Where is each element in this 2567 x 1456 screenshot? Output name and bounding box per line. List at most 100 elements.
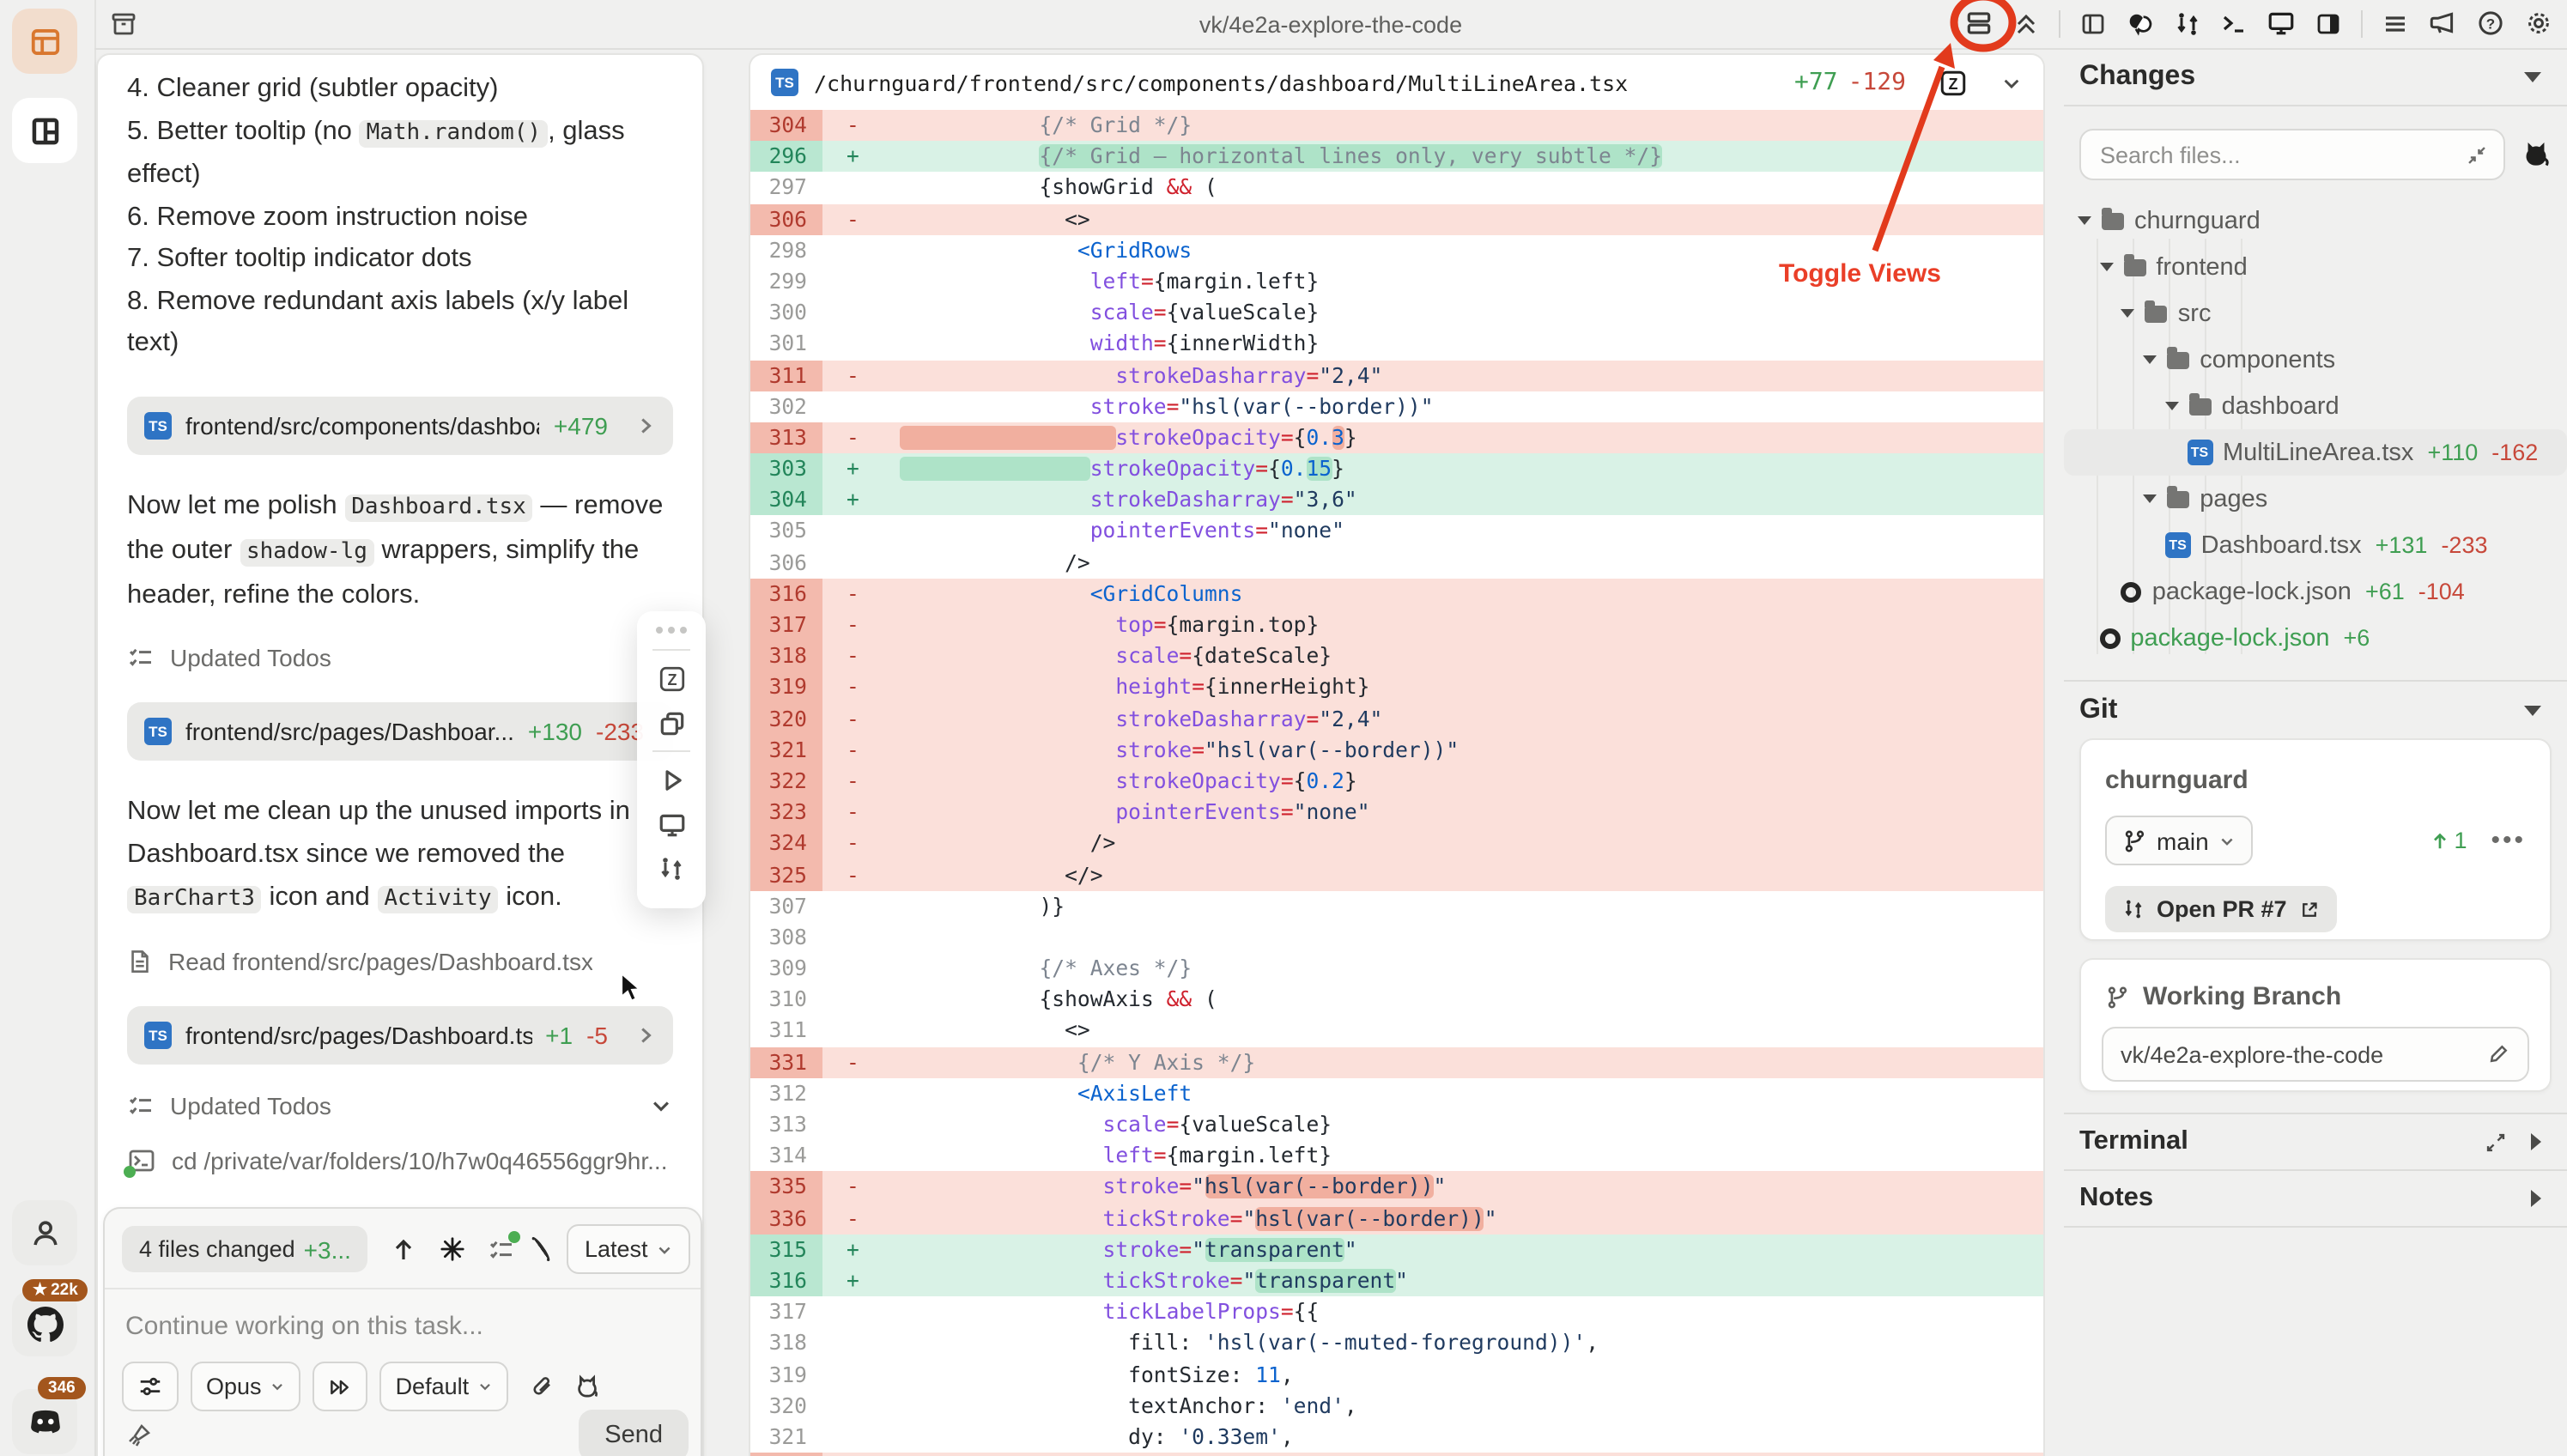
diff-line[interactable]: 317 tickLabelProps={{ <box>750 1296 2043 1327</box>
terminal-section[interactable]: Terminal <box>2064 1114 2567 1169</box>
diff-line[interactable]: 305 pointerEvents="none" <box>750 516 2043 547</box>
monitor-icon[interactable] <box>657 802 686 846</box>
diff-line[interactable]: 335- stroke="hsl(var(--border))" <box>750 1172 2043 1203</box>
diff-line[interactable]: 323- pointerEvents="none" <box>750 797 2043 828</box>
tool-call-row[interactable]: Read frontend/src/pages/Dashboard.tsx <box>127 947 673 974</box>
caret-down-icon[interactable] <box>2165 402 2179 410</box>
diff-line[interactable]: 301 width={innerWidth} <box>750 329 2043 360</box>
diff-line[interactable]: 320- strokeDasharray="2,4" <box>750 703 2043 734</box>
diff-line[interactable]: 311- strokeDasharray="2,4" <box>750 360 2043 391</box>
diff-line[interactable]: 336- tickStroke="hsl(var(--border))" <box>750 1203 2043 1234</box>
diff-line[interactable]: 325- </> <box>750 859 2043 890</box>
chevron-right-icon[interactable] <box>2531 1190 2541 1207</box>
diff-line[interactable]: 308 <box>750 922 2043 953</box>
expand-icon[interactable] <box>2485 1131 2507 1153</box>
diff-line[interactable]: 321- stroke="hsl(var(--border))" <box>750 735 2043 766</box>
diff-line[interactable]: 306- <> <box>750 203 2043 234</box>
z-square-icon[interactable]: Z <box>1939 68 1968 97</box>
checklist-icon[interactable] <box>489 1235 516 1263</box>
tree-item[interactable]: TSDashboard.tsx+131-233 <box>2064 522 2567 568</box>
panel-right-icon[interactable] <box>2315 9 2342 37</box>
tree-item[interactable]: package-lock.json+6 <box>2064 615 2567 661</box>
diff-line[interactable]: 313- strokeOpacity={0.3} <box>750 422 2043 453</box>
latest-dropdown[interactable]: Latest <box>567 1224 691 1274</box>
chevron-down-icon[interactable] <box>2000 71 2023 94</box>
diff-line[interactable]: 310 {showAxis && ( <box>750 985 2043 1016</box>
tool-call-row[interactable]: Updated Todos <box>127 643 673 670</box>
diff-line[interactable]: 312 <AxisLeft <box>750 1078 2043 1109</box>
changes-section-header[interactable]: Changes <box>2064 48 2567 105</box>
diff-line[interactable]: 296+ {/* Grid — horizontal lines only, v… <box>750 141 2043 172</box>
diff-line[interactable]: 324- /> <box>750 828 2043 859</box>
composer-input[interactable]: Continue working on this task... <box>105 1289 701 1341</box>
tool-call-row[interactable]: Updated Todos <box>127 1091 673 1119</box>
diff-line[interactable]: 304- {/* Grid */} <box>750 110 2043 141</box>
diff-rows[interactable]: 304- {/* Grid */}296+ {/* Grid — horizon… <box>750 110 2043 1456</box>
git-section-header[interactable]: Git <box>2064 682 2567 738</box>
caret-down-icon[interactable] <box>2121 309 2135 318</box>
diff-line[interactable]: 318- scale={dateScale} <box>750 640 2043 671</box>
chevron-right-icon[interactable] <box>635 1024 656 1045</box>
chevron-down-icon[interactable] <box>649 1093 673 1117</box>
diff-line[interactable]: 306 /> <box>750 547 2043 578</box>
tree-item[interactable]: dashboard <box>2064 383 2567 429</box>
diff-line[interactable]: 311 <> <box>750 1016 2043 1046</box>
diff-line[interactable]: 319 fontSize: 11, <box>750 1359 2043 1390</box>
rail-layout-button[interactable] <box>12 9 77 74</box>
paperclip-icon[interactable] <box>529 1374 555 1399</box>
tree-item[interactable]: frontend <box>2064 244 2567 290</box>
diff-line[interactable]: 315+ stroke="transparent" <box>750 1235 2043 1265</box>
diff-line[interactable]: 313 scale={valueScale} <box>750 1109 2043 1140</box>
tree-item[interactable]: churnguard <box>2064 197 2567 244</box>
file-search[interactable] <box>2079 129 2505 180</box>
help-icon[interactable]: ? <box>2476 9 2505 38</box>
menu-icon[interactable] <box>2382 9 2409 37</box>
up-arrow-icon[interactable] <box>391 1235 418 1263</box>
diff-line[interactable] <box>750 1453 2043 1456</box>
search-input[interactable] <box>2097 140 2466 169</box>
settings-icon[interactable] <box>2524 9 2553 38</box>
file-change-chip[interactable]: TSfrontend/src/components/dashboa...+479 <box>127 396 673 454</box>
tree-item[interactable]: TSMultiLineArea.tsx+110-162 <box>2064 429 2567 476</box>
file-change-chip[interactable]: TSfrontend/src/pages/Dashboard.tsx+1-5 <box>127 1005 673 1064</box>
chevron-right-icon[interactable] <box>2531 1133 2541 1150</box>
monitor-icon[interactable] <box>2267 9 2296 38</box>
tree-item[interactable]: components <box>2064 337 2567 383</box>
git-compare-icon[interactable] <box>2174 9 2201 37</box>
diff-line[interactable]: 297 {showGrid && ( <box>750 173 2043 203</box>
diff-line[interactable]: 320 textAnchor: 'end', <box>750 1390 2043 1421</box>
diff-bubble-icon[interactable] <box>2126 9 2155 38</box>
pencil-icon[interactable] <box>2486 1042 2510 1066</box>
branch-selector[interactable]: main <box>2105 816 2254 865</box>
caret-down-icon[interactable] <box>2099 263 2113 271</box>
diff-line[interactable]: 300 scale={valueScale} <box>750 297 2043 328</box>
caret-down-icon[interactable] <box>2078 216 2091 225</box>
send-button[interactable]: Send <box>579 1410 689 1456</box>
megaphone-icon[interactable] <box>2428 9 2457 38</box>
diff-line[interactable]: 317- top={margin.top} <box>750 610 2043 640</box>
diff-line[interactable]: 321 dy: '0.33em', <box>750 1422 2043 1453</box>
z-square-icon[interactable]: Z <box>657 656 686 701</box>
chevrons-up-icon[interactable] <box>2012 9 2040 37</box>
diff-line[interactable]: 302 stroke="hsl(var(--border))" <box>750 391 2043 422</box>
mode-dropdown[interactable]: Default <box>380 1362 509 1411</box>
chevron-right-icon[interactable] <box>635 415 656 435</box>
diff-line[interactable]: 331- {/* Y Axis */} <box>750 1046 2043 1077</box>
copy-icon[interactable] <box>657 701 686 745</box>
settings-sliders-button[interactable] <box>122 1362 179 1411</box>
diff-line[interactable]: 318 fill: 'hsl(var(--muted-foreground))'… <box>750 1328 2043 1359</box>
tool-call-row[interactable]: cd /private/var/folders/10/h7w0q46556ggr… <box>127 1146 673 1174</box>
caret-down-icon[interactable] <box>2143 355 2157 364</box>
files-changed-chip[interactable]: 4 files changed+3... <box>122 1226 368 1272</box>
tree-item[interactable]: src <box>2064 290 2567 337</box>
collapse-icon[interactable] <box>2466 143 2488 166</box>
ellipsis-icon[interactable]: ••• <box>2491 826 2526 855</box>
diff-line[interactable]: 304+ strokeDasharray="3,6" <box>750 485 2043 516</box>
file-change-chip[interactable]: TSfrontend/src/pages/Dashboar...+130-233 <box>127 701 673 760</box>
diff-line[interactable]: 322- strokeOpacity={0.2} <box>750 766 2043 797</box>
diff-line[interactable]: 316- <GridColumns <box>750 579 2043 610</box>
rail-board-button[interactable] <box>12 98 77 163</box>
broom-icon[interactable] <box>125 1422 153 1449</box>
diff-line[interactable]: 309 {/* Axes */} <box>750 953 2043 984</box>
rail-account-button[interactable] <box>12 1200 77 1265</box>
